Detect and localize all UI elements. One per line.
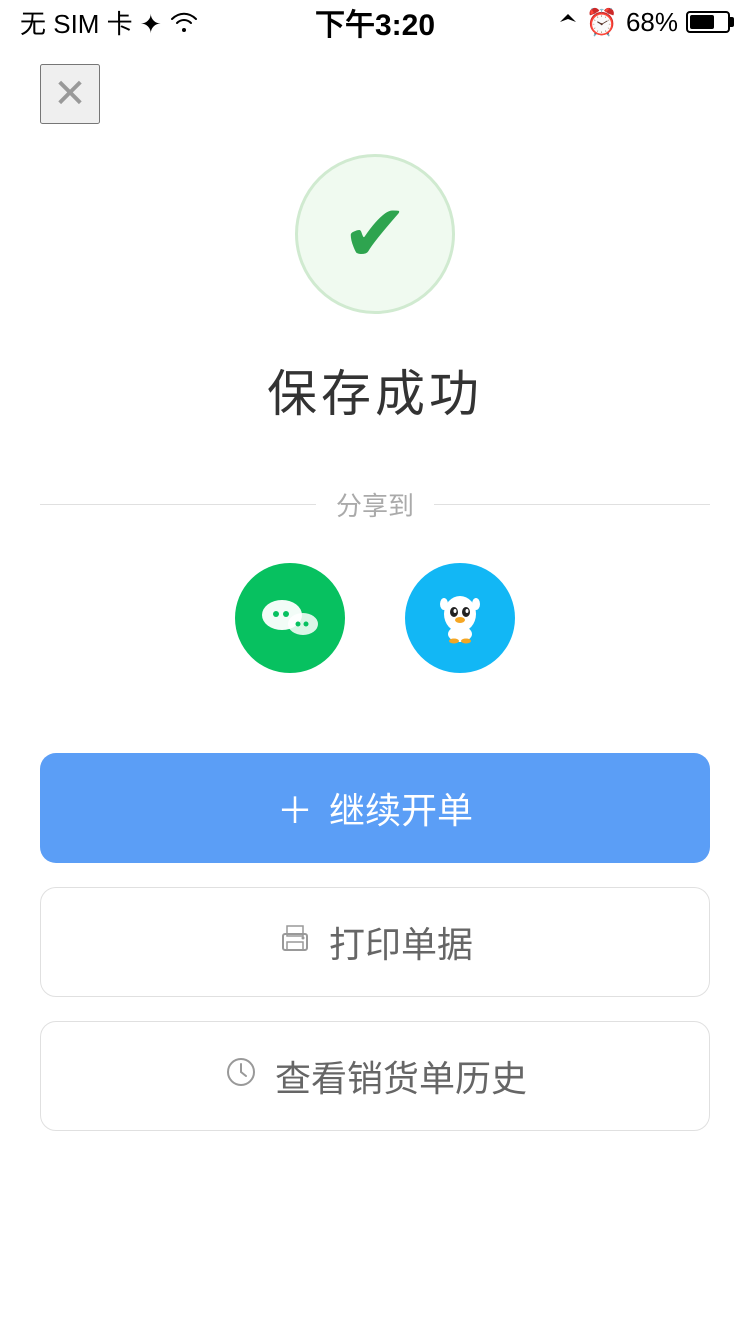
status-left: 无 SIM 卡 ✦ [20,4,198,41]
continue-order-label: 继续开单 [329,782,473,834]
close-icon: ✕ [53,74,87,114]
wechat-share-button[interactable] [235,563,345,673]
print-receipt-button[interactable]: 打印单据 [40,887,710,997]
location-icon [558,12,578,32]
print-receipt-label: 打印单据 [329,916,473,968]
wifi-icon [170,12,198,32]
sim-status: 无 SIM 卡 ✦ [20,4,162,41]
view-history-label: 查看销货单历史 [275,1050,527,1102]
qq-logo [428,586,493,651]
view-history-button[interactable]: 查看销货单历史 [40,1021,710,1131]
battery-percent: 68% [626,7,678,38]
action-buttons: ＋ 继续开单 打印单据 查看销货单历史 [40,753,710,1131]
continue-order-button[interactable]: ＋ 继续开单 [40,753,710,863]
qq-share-button[interactable] [405,563,515,673]
status-time: 下午3:20 [315,0,435,44]
plus-icon: ＋ [277,782,313,834]
close-button[interactable]: ✕ [40,64,100,124]
share-divider: 分享到 [40,486,710,523]
success-title: 保存成功 [267,354,483,426]
checkmark-icon: ✔ [341,194,408,274]
printer-icon [277,920,313,965]
divider-left [40,504,316,505]
wechat-logo [255,583,325,653]
divider-right [434,504,710,505]
status-right: ⏰ 68% [558,7,730,38]
main-content: ✕ ✔ 保存成功 分享到 [0,44,750,1171]
battery-icon [686,11,730,33]
share-icons-row [235,563,515,673]
history-icon [223,1054,259,1099]
status-bar: 无 SIM 卡 ✦ 下午3:20 ⏰ 68% [0,0,750,44]
alarm-icon: ⏰ [586,7,618,38]
success-icon-circle: ✔ [295,154,455,314]
share-label: 分享到 [336,486,414,523]
